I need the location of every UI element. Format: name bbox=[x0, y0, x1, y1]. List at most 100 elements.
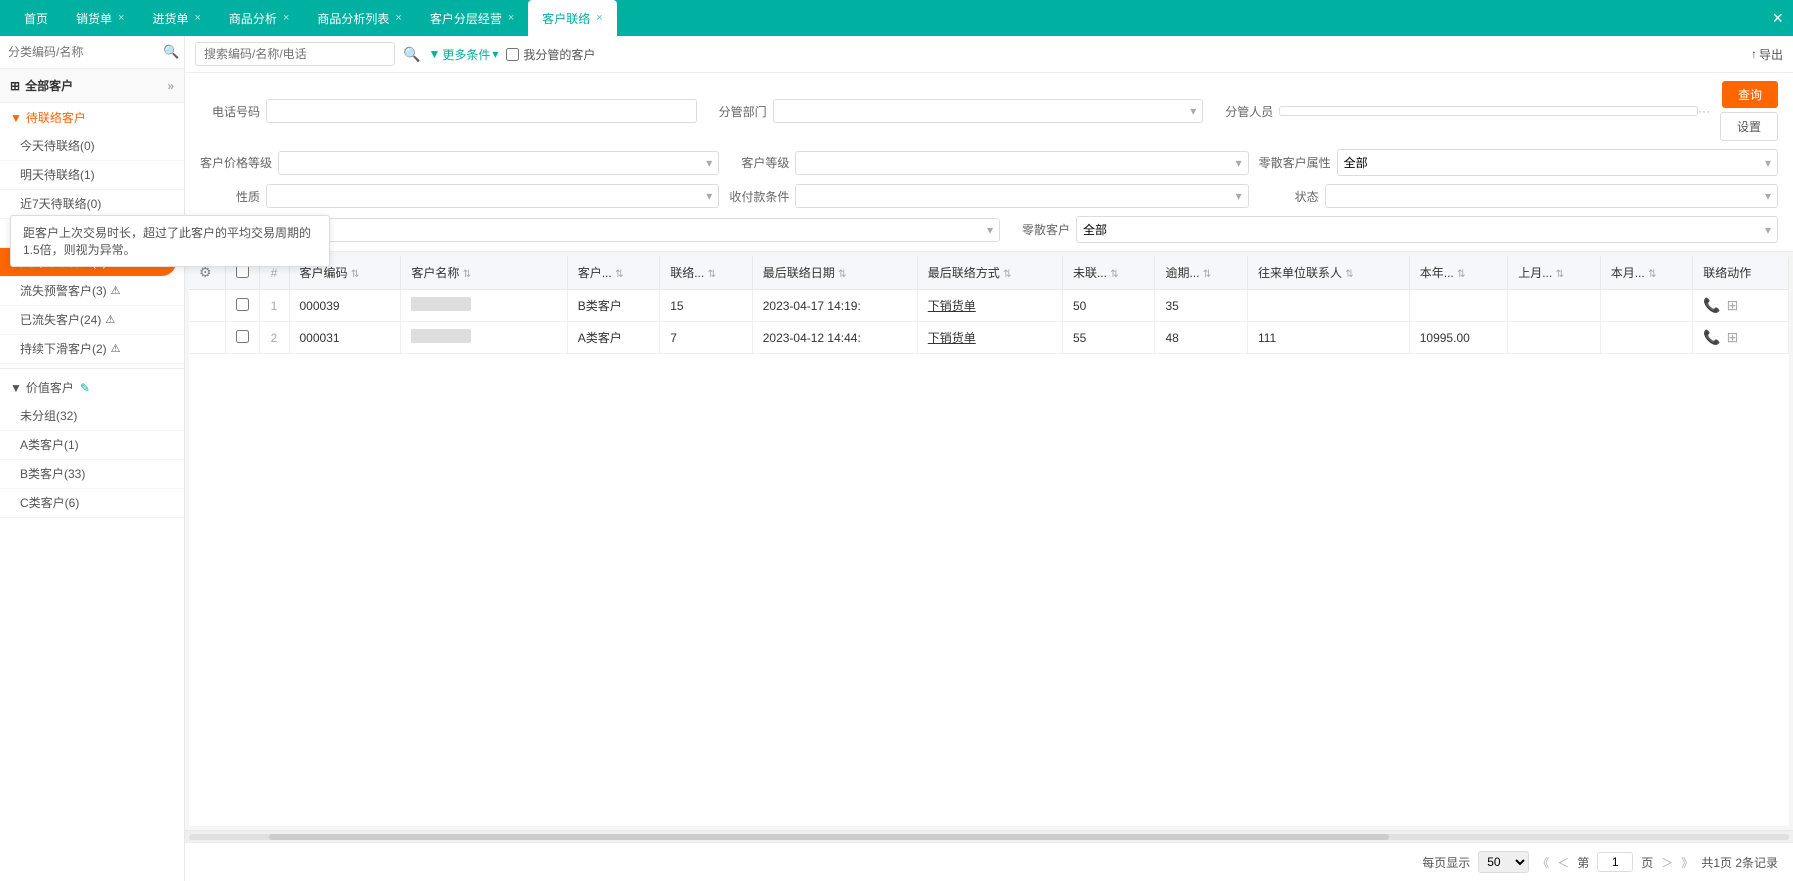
col-grade[interactable]: 客户... ⇅ bbox=[567, 256, 660, 290]
col-last-method[interactable]: 最后联络方式 ⇅ bbox=[917, 256, 1062, 290]
search-input[interactable] bbox=[195, 42, 395, 66]
advanced-filter-panel: 电话号码 分管部门 ▾ 分管人员 ··· 查询 bbox=[185, 73, 1793, 252]
close-all-tabs-button[interactable]: × bbox=[1772, 9, 1783, 27]
row-checkbox[interactable] bbox=[236, 298, 249, 311]
gender-select[interactable]: ▾ bbox=[266, 184, 719, 208]
close-customer-stratify-icon[interactable]: × bbox=[508, 12, 514, 24]
sidebar-item-b-class[interactable]: B类客户(33) bbox=[0, 460, 184, 489]
customer-type-select[interactable]: ▾ bbox=[298, 218, 1000, 242]
my-customers-checkbox-label[interactable]: 我分管的客户 bbox=[506, 46, 595, 63]
retail-attr-arrow: ▾ bbox=[1765, 156, 1771, 170]
contact-more-icon[interactable]: ⊞ bbox=[1727, 329, 1739, 346]
close-purchase-icon[interactable]: × bbox=[194, 12, 200, 24]
sidebar-item-ungrouped[interactable]: 未分组(32) bbox=[0, 402, 184, 431]
sidebar-item-a-class[interactable]: A类客户(1) bbox=[0, 431, 184, 460]
prev-page-button[interactable]: ＜ bbox=[1557, 854, 1569, 871]
settings-button[interactable]: 设置 bbox=[1720, 112, 1778, 141]
sidebar-item-today[interactable]: 今天待联络(0) bbox=[0, 132, 184, 161]
pending-contacts-group[interactable]: ▼ 待联络客户 bbox=[0, 103, 184, 132]
col-grade-sort-icons[interactable]: ⇅ bbox=[615, 269, 623, 280]
close-customer-contact-icon[interactable]: × bbox=[596, 12, 602, 24]
sidebar-search-icon[interactable]: 🔍 bbox=[163, 44, 179, 60]
col-last-month-sort-icons[interactable]: ⇅ bbox=[1556, 269, 1564, 280]
col-contact-sort-icons[interactable]: ⇅ bbox=[708, 269, 716, 280]
staff-more-button[interactable]: ··· bbox=[1698, 104, 1710, 118]
sidebar-item-declining[interactable]: 持续下滑客户(2) ⚠ bbox=[0, 335, 184, 364]
col-overdue[interactable]: 逾期... ⇅ bbox=[1155, 256, 1248, 290]
collapse-sidebar-button[interactable]: » bbox=[167, 79, 174, 93]
value-customers-group[interactable]: ▼ 价值客户 ✎ bbox=[0, 373, 184, 402]
contact-phone-icon[interactable]: 📞 bbox=[1703, 329, 1720, 346]
last-contact-method-link[interactable]: 下销货单 bbox=[928, 299, 976, 313]
customer-grade-select[interactable]: ▾ bbox=[795, 151, 1248, 175]
col-name-sort-icons[interactable]: ⇅ bbox=[463, 269, 471, 280]
more-conditions-button[interactable]: ▼ 更多条件 ▾ bbox=[428, 46, 498, 63]
row-overdue: 35 bbox=[1155, 290, 1248, 322]
row-action-buttons: 📞 ⊞ bbox=[1703, 329, 1778, 346]
row-actions-cell: 📞 ⊞ bbox=[1693, 322, 1789, 354]
col-last-date[interactable]: 最后联络日期 ⇅ bbox=[752, 256, 917, 290]
col-unit-contact-sort-icons[interactable]: ⇅ bbox=[1345, 269, 1353, 280]
first-page-button[interactable]: 《 bbox=[1537, 854, 1549, 871]
col-uncontacted[interactable]: 未联... ⇅ bbox=[1062, 256, 1155, 290]
contact-more-icon[interactable]: ⊞ bbox=[1727, 297, 1739, 314]
col-contact[interactable]: 联络... ⇅ bbox=[660, 256, 753, 290]
nav-item-purchase[interactable]: 进货单 × bbox=[138, 0, 214, 36]
payment-select[interactable]: ▾ bbox=[795, 184, 1248, 208]
row-last-contact-method[interactable]: 下销货单 bbox=[917, 322, 1062, 354]
phone-input[interactable] bbox=[266, 99, 697, 123]
price-grade-select[interactable]: ▾ bbox=[278, 151, 719, 175]
next-page-button[interactable]: ＞ bbox=[1661, 854, 1673, 871]
col-this-month-sort-icons[interactable]: ⇅ bbox=[1648, 269, 1656, 280]
col-unit-contact[interactable]: 往来单位联系人 ⇅ bbox=[1247, 256, 1409, 290]
col-uncontacted-sort-icons[interactable]: ⇅ bbox=[1110, 269, 1118, 280]
scrollbar-thumb[interactable] bbox=[269, 834, 1389, 840]
sidebar-item-c-class[interactable]: C类客户(6) bbox=[0, 489, 184, 518]
query-button[interactable]: 查询 bbox=[1722, 81, 1778, 108]
nav-item-home[interactable]: 首页 bbox=[10, 0, 62, 36]
status-select[interactable]: ▾ bbox=[1325, 184, 1778, 208]
sidebar-item-churned[interactable]: 已流失客户(24) ⚠ bbox=[0, 306, 184, 335]
last-page-button[interactable]: 》 bbox=[1681, 854, 1693, 871]
col-this-year[interactable]: 本年... ⇅ bbox=[1409, 256, 1507, 290]
row-last-contact-method[interactable]: 下销货单 bbox=[917, 290, 1062, 322]
retail-customer-arrow: ▾ bbox=[1765, 223, 1771, 237]
col-name[interactable]: 客户名称 ⇅ bbox=[401, 256, 567, 290]
col-code-sort-icons[interactable]: ⇅ bbox=[351, 269, 359, 280]
row-unit-contact bbox=[1247, 290, 1409, 322]
retail-customer-select[interactable]: 全部 ▾ bbox=[1076, 216, 1778, 243]
per-page-select[interactable]: 50 100 200 bbox=[1478, 851, 1529, 873]
nav-item-product-list[interactable]: 商品分析列表 × bbox=[303, 0, 415, 36]
close-product-list-icon[interactable]: × bbox=[395, 12, 401, 24]
horizontal-scrollbar[interactable] bbox=[185, 830, 1793, 842]
nav-item-product-analysis[interactable]: 商品分析 × bbox=[215, 0, 303, 36]
col-this-month[interactable]: 本月... ⇅ bbox=[1600, 256, 1693, 290]
row-code: 000039 bbox=[289, 290, 401, 322]
close-product-analysis-icon[interactable]: × bbox=[283, 12, 289, 24]
last-contact-method-link[interactable]: 下销货单 bbox=[928, 331, 976, 345]
col-last-month[interactable]: 上月... ⇅ bbox=[1508, 256, 1601, 290]
staff-select[interactable] bbox=[1279, 106, 1698, 116]
sidebar-search-input[interactable] bbox=[8, 45, 163, 59]
close-sales-icon[interactable]: × bbox=[118, 12, 124, 24]
retail-attr-select[interactable]: 全部 ▾ bbox=[1337, 149, 1778, 176]
export-button[interactable]: ↑ 导出 bbox=[1751, 46, 1783, 63]
col-overdue-sort-icons[interactable]: ⇅ bbox=[1203, 269, 1211, 280]
nav-item-customer-contact[interactable]: 客户联络 × bbox=[528, 0, 616, 36]
col-last-method-sort-icons[interactable]: ⇅ bbox=[1003, 269, 1011, 280]
page-input[interactable] bbox=[1597, 852, 1633, 872]
sidebar-item-lost-warning[interactable]: 流失预警客户(3) ⚠ bbox=[0, 277, 184, 306]
edit-value-icon[interactable]: ✎ bbox=[80, 381, 90, 395]
nav-item-customer-stratify[interactable]: 客户分层经营 × bbox=[416, 0, 528, 36]
filter-row-2: 客户价格等级 ▾ 客户等级 ▾ 零散客户属性 全部 ▾ bbox=[200, 149, 1778, 176]
nav-item-sales[interactable]: 销货单 × bbox=[62, 0, 138, 36]
my-customers-checkbox[interactable] bbox=[506, 48, 519, 61]
sidebar-item-tomorrow[interactable]: 明天待联络(1) bbox=[0, 161, 184, 190]
contact-phone-icon[interactable]: 📞 bbox=[1703, 297, 1720, 314]
col-this-year-sort-icons[interactable]: ⇅ bbox=[1457, 269, 1465, 280]
row-actions-cell: 📞 ⊞ bbox=[1693, 290, 1789, 322]
col-last-date-sort-icons[interactable]: ⇅ bbox=[838, 269, 846, 280]
dept-select[interactable]: ▾ bbox=[773, 99, 1204, 123]
row-checkbox[interactable] bbox=[236, 330, 249, 343]
search-button[interactable]: 🔍 bbox=[403, 46, 420, 63]
